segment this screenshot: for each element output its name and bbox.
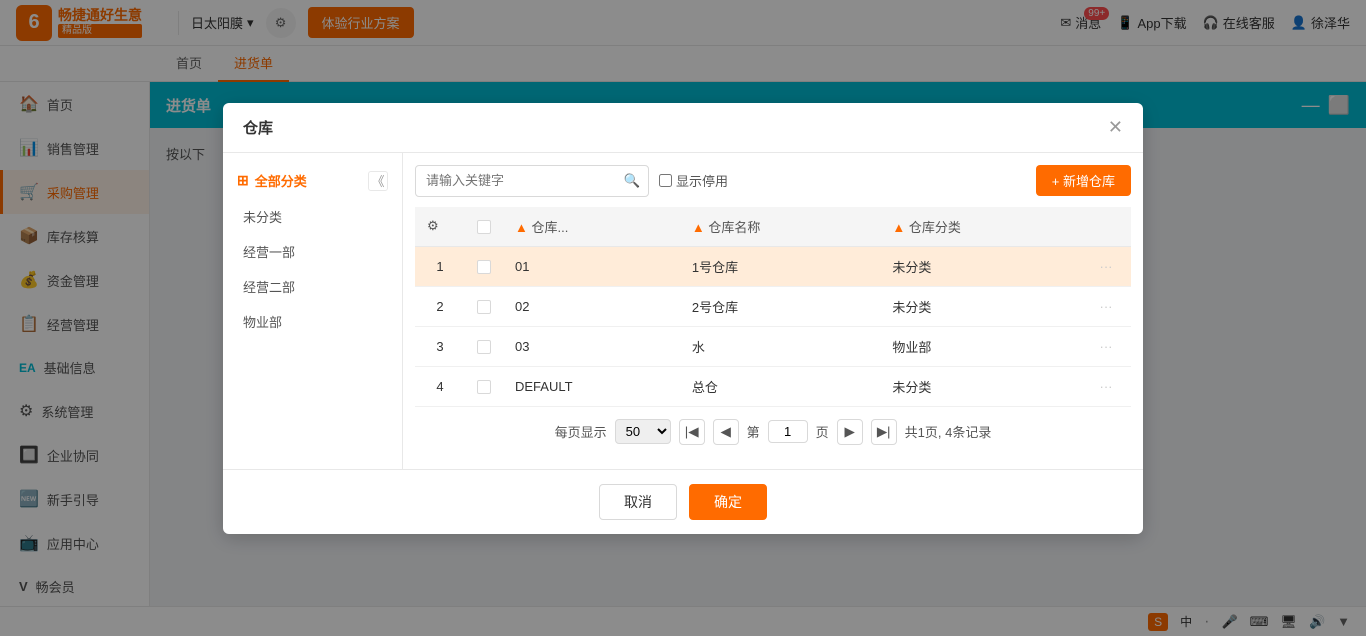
table-toolbar: 🔍 显示停用 + 新增仓库 bbox=[415, 165, 1131, 197]
page-label: 页 bbox=[816, 422, 829, 441]
grid-icon: ⊞ bbox=[237, 172, 249, 189]
row-name: 水 bbox=[680, 326, 881, 366]
cancel-button[interactable]: 取消 bbox=[599, 484, 677, 520]
row-category: 未分类 bbox=[880, 366, 1081, 406]
modal-header: 仓库 ✕ bbox=[223, 103, 1143, 153]
table-row[interactable]: 3 03 水 物业部 ··· bbox=[415, 326, 1131, 366]
page-number-input[interactable] bbox=[768, 420, 808, 443]
row-code: 02 bbox=[503, 286, 680, 326]
row-name: 1号仓库 bbox=[680, 246, 881, 286]
table-row[interactable]: 2 02 2号仓库 未分类 ··· bbox=[415, 286, 1131, 326]
warehouse-modal: 仓库 ✕ ⊞ 全部分类 《 未分类 经营一部 经营二部 物业部 bbox=[223, 103, 1143, 534]
settings-icon[interactable]: ⚙ bbox=[427, 218, 439, 233]
search-button[interactable]: 🔍 bbox=[616, 165, 648, 197]
row-category: 未分类 bbox=[880, 286, 1081, 326]
modal-overlay: 仓库 ✕ ⊞ 全部分类 《 未分类 经营一部 经营二部 物业部 bbox=[0, 0, 1366, 636]
row-num: 3 bbox=[415, 326, 465, 366]
category-panel: ⊞ 全部分类 《 未分类 经营一部 经营二部 物业部 bbox=[223, 153, 403, 469]
modal-footer: 取消 确定 bbox=[223, 469, 1143, 534]
row-category: 未分类 bbox=[880, 246, 1081, 286]
show-disabled-label: 显示停用 bbox=[676, 171, 728, 190]
per-page-label: 每页显示 bbox=[555, 422, 607, 441]
category-header: ⊞ 全部分类 《 bbox=[223, 163, 402, 199]
next-page-btn[interactable]: ▶ bbox=[837, 419, 863, 445]
category-item-property[interactable]: 物业部 bbox=[223, 304, 402, 339]
close-icon[interactable]: ✕ bbox=[1108, 117, 1123, 138]
table-row[interactable]: 4 DEFAULT 总仓 未分类 ··· bbox=[415, 366, 1131, 406]
table-container: ⚙ ▲ 仓库... ▲ bbox=[415, 207, 1131, 407]
sort-icon2: ▲ bbox=[692, 220, 705, 235]
collapse-btn[interactable]: 《 bbox=[368, 171, 388, 191]
search-input[interactable] bbox=[416, 173, 616, 188]
col-num: ⚙ bbox=[415, 207, 465, 247]
table-panel: 🔍 显示停用 + 新增仓库 ⚙ bbox=[403, 153, 1143, 469]
row-checkbox[interactable] bbox=[465, 286, 503, 326]
col-name: ▲ 仓库名称 bbox=[680, 207, 881, 247]
row-num: 4 bbox=[415, 366, 465, 406]
row-name: 总仓 bbox=[680, 366, 881, 406]
table-row[interactable]: 1 01 1号仓库 未分类 ··· bbox=[415, 246, 1131, 286]
sort-icon3: ▲ bbox=[892, 220, 905, 235]
all-categories-btn[interactable]: ⊞ 全部分类 bbox=[237, 171, 307, 190]
row-actions[interactable]: ··· bbox=[1081, 246, 1131, 286]
col-actions bbox=[1081, 207, 1131, 247]
category-item-ops1[interactable]: 经营一部 bbox=[223, 234, 402, 269]
modal-title: 仓库 bbox=[243, 117, 273, 138]
category-item-unclassified[interactable]: 未分类 bbox=[223, 199, 402, 234]
category-item-ops2[interactable]: 经营二部 bbox=[223, 269, 402, 304]
row-actions[interactable]: ··· bbox=[1081, 286, 1131, 326]
warehouse-table: ⚙ ▲ 仓库... ▲ bbox=[415, 207, 1131, 407]
first-page-btn[interactable]: |◀ bbox=[679, 419, 705, 445]
pagination: 每页显示 50 10 20 100 |◀ ◀ 第 页 ▶ ▶| 共1页, 4条记… bbox=[415, 407, 1131, 457]
search-box: 🔍 bbox=[415, 165, 649, 197]
row-checkbox[interactable] bbox=[465, 326, 503, 366]
row-num: 1 bbox=[415, 246, 465, 286]
show-disabled-checkbox[interactable] bbox=[659, 174, 672, 187]
modal-body: ⊞ 全部分类 《 未分类 经营一部 经营二部 物业部 🔍 bbox=[223, 153, 1143, 469]
row-actions[interactable]: ··· bbox=[1081, 366, 1131, 406]
row-code: 03 bbox=[503, 326, 680, 366]
per-page-select[interactable]: 50 10 20 100 bbox=[615, 419, 671, 444]
row-checkbox[interactable] bbox=[465, 366, 503, 406]
row-num: 2 bbox=[415, 286, 465, 326]
row-actions[interactable]: ··· bbox=[1081, 326, 1131, 366]
row-name: 2号仓库 bbox=[680, 286, 881, 326]
row-category: 物业部 bbox=[880, 326, 1081, 366]
page-section-label: 第 bbox=[747, 422, 760, 441]
row-code: DEFAULT bbox=[503, 366, 680, 406]
col-check bbox=[465, 207, 503, 247]
show-disabled-toggle[interactable]: 显示停用 bbox=[659, 171, 728, 190]
add-warehouse-button[interactable]: + 新增仓库 bbox=[1036, 165, 1131, 196]
col-category: ▲ 仓库分类 bbox=[880, 207, 1081, 247]
all-categories-label: 全部分类 bbox=[255, 171, 307, 190]
last-page-btn[interactable]: ▶| bbox=[871, 419, 897, 445]
prev-page-btn[interactable]: ◀ bbox=[713, 419, 739, 445]
row-checkbox[interactable] bbox=[465, 246, 503, 286]
sort-icon: ▲ bbox=[515, 220, 528, 235]
total-label: 共1页, 4条记录 bbox=[905, 422, 992, 441]
confirm-button[interactable]: 确定 bbox=[689, 484, 767, 520]
select-all-checkbox[interactable] bbox=[477, 220, 491, 234]
col-code: ▲ 仓库... bbox=[503, 207, 680, 247]
row-code: 01 bbox=[503, 246, 680, 286]
